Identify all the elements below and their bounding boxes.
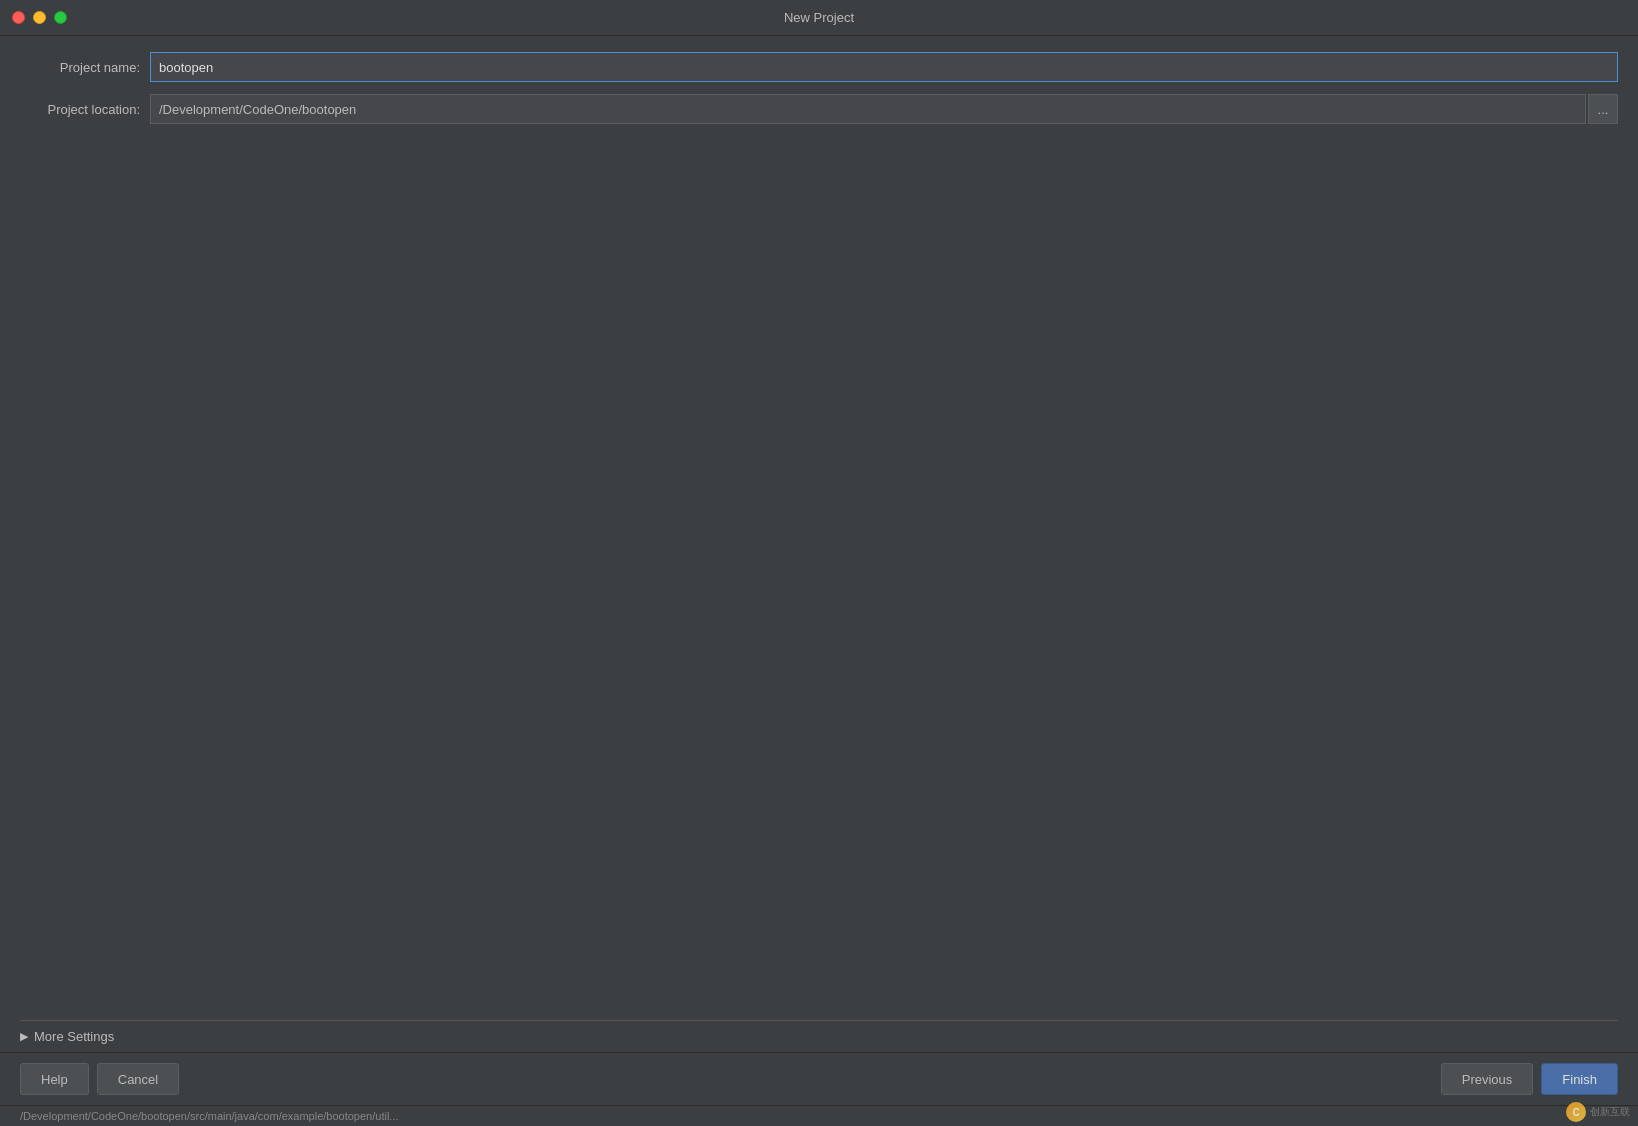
dialog-content: Project name: Project location: ... ▶ Mo… (0, 36, 1638, 1052)
status-text: /Development/CodeOne/bootopen/src/main/j… (20, 1110, 399, 1122)
previous-button[interactable]: Previous (1441, 1063, 1534, 1095)
right-buttons: Previous Finish (1441, 1063, 1618, 1095)
left-buttons: Help Cancel (20, 1063, 179, 1095)
project-location-input[interactable] (150, 94, 1586, 124)
close-button[interactable] (12, 11, 25, 24)
project-name-input[interactable] (150, 52, 1618, 82)
maximize-button[interactable] (54, 11, 67, 24)
watermark-logo: C (1566, 1102, 1586, 1122)
browse-button[interactable]: ... (1588, 94, 1618, 124)
more-settings-section[interactable]: ▶ More Settings (20, 1020, 1618, 1052)
project-location-row: Project location: ... (20, 94, 1618, 124)
help-button[interactable]: Help (20, 1063, 89, 1095)
more-settings-arrow-icon: ▶ (20, 1030, 28, 1043)
status-bar: /Development/CodeOne/bootopen/src/main/j… (0, 1105, 1638, 1126)
cancel-button[interactable]: Cancel (97, 1063, 179, 1095)
more-settings-label: More Settings (34, 1029, 114, 1044)
title-bar: New Project (0, 0, 1638, 36)
project-name-label: Project name: (20, 60, 150, 75)
project-location-label: Project location: (20, 102, 150, 117)
minimize-button[interactable] (33, 11, 46, 24)
content-spacer (20, 136, 1618, 1020)
watermark-text: 创新互联 (1590, 1105, 1630, 1119)
bottom-bar: Help Cancel Previous Finish (0, 1052, 1638, 1105)
traffic-lights (12, 11, 67, 24)
project-name-row: Project name: (20, 52, 1618, 82)
finish-button[interactable]: Finish (1541, 1063, 1618, 1095)
watermark: C 创新互联 (1566, 1102, 1630, 1122)
window-title: New Project (784, 10, 854, 25)
